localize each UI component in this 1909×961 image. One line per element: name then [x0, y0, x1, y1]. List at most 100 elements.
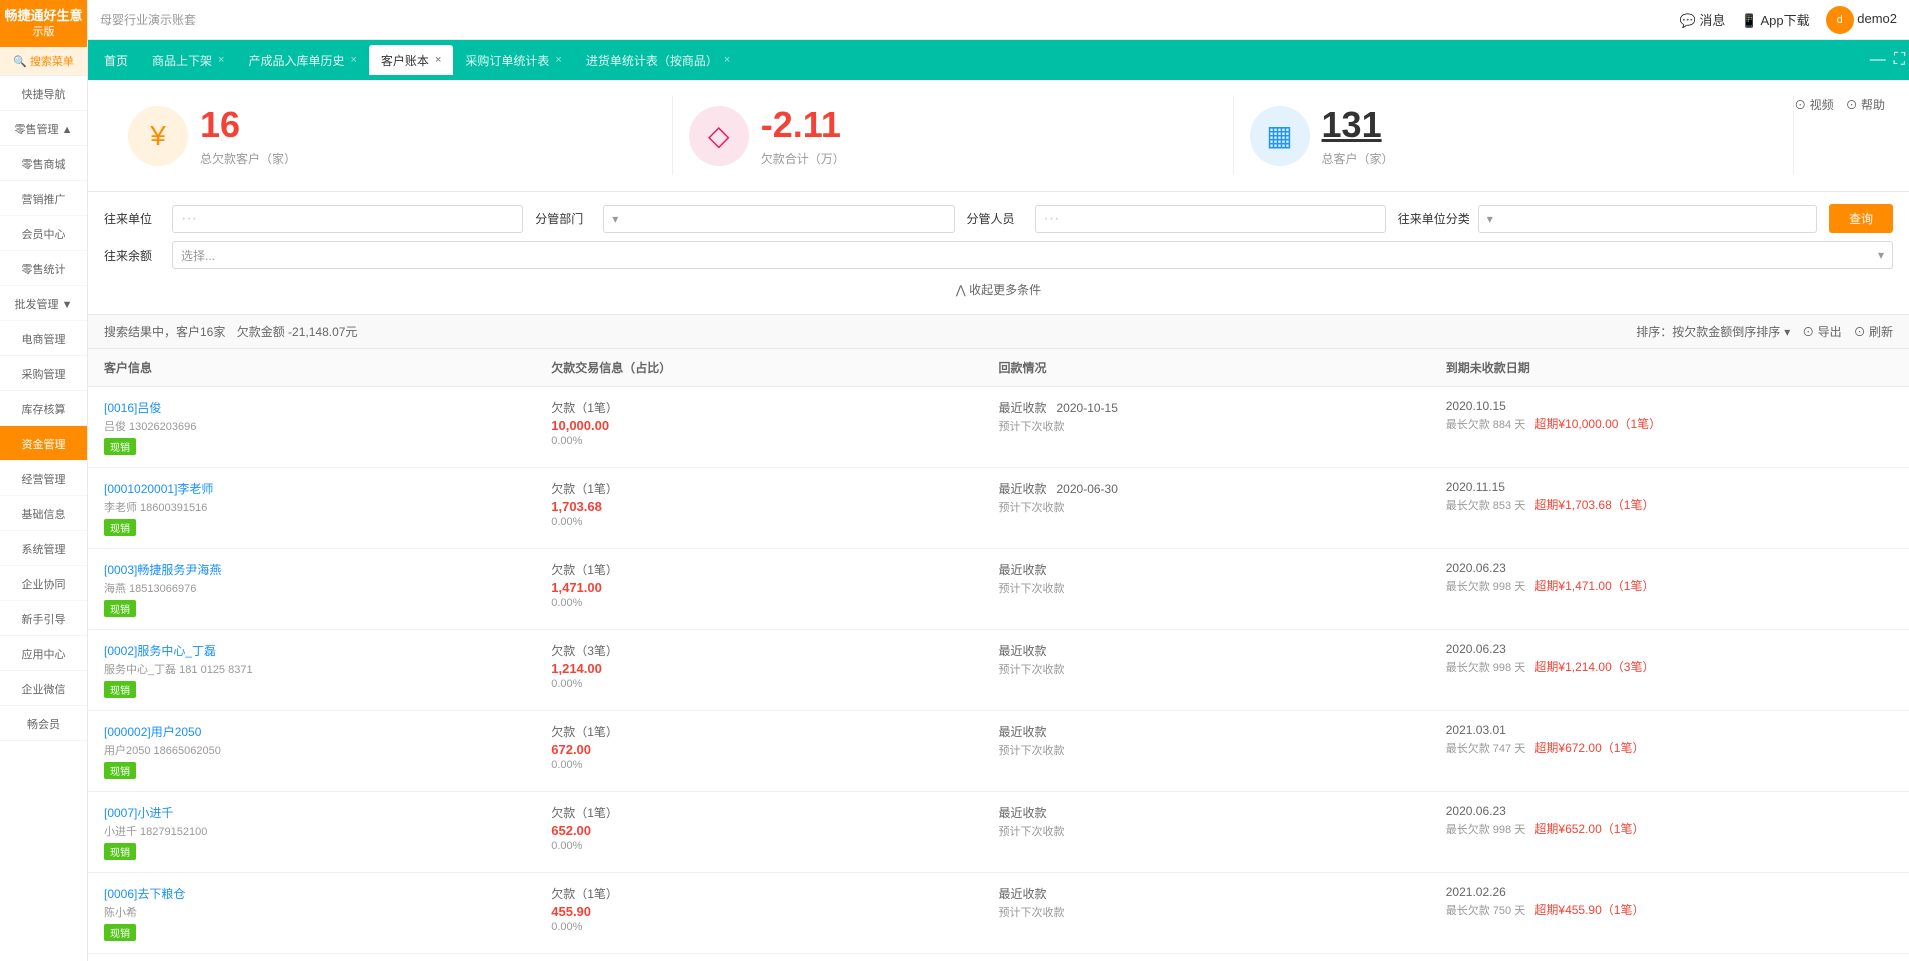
debt-amount-5[interactable]: 652.00 [551, 823, 998, 838]
sidebar-item-ecommerce[interactable]: 电商管理 [0, 321, 87, 356]
collapse-button[interactable]: ⋀ 收起更多条件 [104, 277, 1893, 302]
tab-production-history[interactable]: 产成品入库单历史 × [236, 45, 368, 75]
sidebar-item-basic-info[interactable]: 基础信息 [0, 496, 87, 531]
customer-name-4[interactable]: [000002]用户2050 [104, 725, 201, 739]
customer-name-6[interactable]: [0006]去下粮仓 [104, 887, 185, 901]
tab-minimize-button[interactable]: — [1870, 51, 1886, 69]
member-label: 会员中心 [4, 226, 83, 242]
overdue-amount-2[interactable]: 超期¥1,471.00（1笔） [1534, 579, 1654, 593]
tab-purchase-stats-close[interactable]: × [555, 54, 561, 66]
filter-category-select[interactable] [1478, 205, 1817, 233]
tab-production-history-close[interactable]: × [350, 54, 356, 66]
tab-purchase-stats[interactable]: 采购订单统计表 × [453, 45, 573, 75]
sidebar-item-quick-nav[interactable]: 快捷导航 [0, 76, 87, 111]
customer-name-3[interactable]: [0002]服务中心_丁磊 [104, 644, 216, 658]
collect-next-3: 预计下次收款 [999, 661, 1446, 677]
sort-select[interactable]: 排序：按欠款金额倒序排序 ▾ [1636, 323, 1790, 340]
sidebar-item-newbie[interactable]: 新手引导 [0, 601, 87, 636]
header-right: 💬 消息 📱 App下载 d demo2 [1680, 6, 1897, 34]
tab-maximize-button[interactable]: ⛶ [1894, 51, 1905, 69]
overdue-days-0: 最长欠款 884 天 超期¥10,000.00（1笔） [1446, 415, 1893, 432]
debt-count-2: 欠款（1笔） [551, 561, 998, 578]
customer-phone-0: 吕俊 13026203696 [104, 418, 551, 434]
help-button[interactable]: ⊙ 帮助 [1846, 96, 1885, 113]
debt-total-label: 欠款合计（万） [761, 150, 845, 167]
customer-name-5[interactable]: [0007]小进千 [104, 806, 173, 820]
cell-collect-5: 最近收款 预计下次收款 [999, 804, 1446, 839]
search-button[interactable]: 查询 [1829, 204, 1893, 233]
table-row: [000002]用户2050 用户2050 18665062050 现销 欠款（… [88, 711, 1909, 792]
filter-partner-input[interactable]: ··· [172, 205, 523, 233]
cell-collect-4: 最近收款 预计下次收款 [999, 723, 1446, 758]
overdue-amount-3[interactable]: 超期¥1,214.00（3笔） [1534, 660, 1654, 674]
sidebar-item-purchase[interactable]: 采购管理 [0, 356, 87, 391]
sidebar-item-app-center[interactable]: 应用中心 [0, 636, 87, 671]
message-button[interactable]: 💬 消息 [1680, 10, 1726, 29]
purchase-label: 采购管理 [4, 366, 83, 382]
filter-group-balance: 往来余额 选择... [104, 241, 1893, 269]
debt-amount-3[interactable]: 1,214.00 [551, 661, 998, 676]
export-button[interactable]: ⊙ 导出 [1802, 323, 1841, 340]
tab-product-listing-close[interactable]: × [218, 54, 224, 66]
tab-bar-actions: — ⛶ [1870, 51, 1905, 69]
debt-ratio-0: 0.00% [551, 435, 998, 447]
customer-name-2[interactable]: [0003]畅捷服务尹海燕 [104, 563, 221, 577]
debt-amount-1[interactable]: 1,703.68 [551, 499, 998, 514]
table-body: [0016]吕俊 吕俊 13026203696 现销 欠款（1笔） 10,000… [88, 387, 1909, 961]
debt-amount-6[interactable]: 455.90 [551, 904, 998, 919]
sidebar-item-retail-stats[interactable]: 零售统计 [0, 251, 87, 286]
customer-tag-3: 现销 [104, 681, 136, 698]
collab-label: 企业协同 [4, 576, 83, 592]
sidebar-item-system[interactable]: 系统管理 [0, 531, 87, 566]
header-brand: 母婴行业演示账套 [100, 11, 196, 28]
tab-customer-ledger[interactable]: 客户账本 × [369, 45, 453, 75]
sidebar-item-collab[interactable]: 企业协同 [0, 566, 87, 601]
sidebar-item-marketing[interactable]: 营销推广 [0, 181, 87, 216]
table-row: [0007]小进千 小进千 18279152100 现销 欠款（1笔） 652.… [88, 792, 1909, 873]
refresh-button[interactable]: ⊙ 刷新 [1854, 323, 1893, 340]
filter-group-category: 往来单位分类 [1398, 205, 1817, 233]
sidebar-item-inventory[interactable]: 库存核算 [0, 391, 87, 426]
overdue-amount-6[interactable]: 超期¥455.90（1笔） [1534, 903, 1644, 917]
tab-goods-stats-close[interactable]: × [724, 54, 730, 66]
overdue-amount-5[interactable]: 超期¥652.00（1笔） [1534, 822, 1644, 836]
collapse-label: 收起更多条件 [969, 283, 1041, 297]
app-download-button[interactable]: 📱 App下载 [1741, 10, 1809, 29]
filter-partner-dots: ··· [181, 210, 197, 228]
top-header: 母婴行业演示账套 💬 消息 📱 App下载 d demo2 [88, 0, 1909, 40]
result-summary: 搜索结果中，客户16家 欠款金额 -21,148.07元 [104, 323, 357, 340]
debt-amount-4[interactable]: 672.00 [551, 742, 998, 757]
cell-debt-6: 欠款（1笔） 455.90 0.00% [551, 885, 998, 933]
customer-name-1[interactable]: [0001020001]李老师 [104, 482, 213, 496]
stat-card-total-customers: ▦ 131 总客户（家） [1234, 96, 1795, 175]
customer-name-0[interactable]: [0016]吕俊 [104, 401, 161, 415]
overdue-amount-4[interactable]: 超期¥672.00（1笔） [1534, 741, 1644, 755]
cell-customer-2: [0003]畅捷服务尹海燕 海燕 18513066976 现销 [104, 561, 551, 617]
sidebar-item-member2[interactable]: 畅会员 [0, 706, 87, 741]
sidebar-item-wechat[interactable]: 企业微信 [0, 671, 87, 706]
debt-amount-0[interactable]: 10,000.00 [551, 418, 998, 433]
overdue-amount-1[interactable]: 超期¥1,703.68（1笔） [1534, 498, 1654, 512]
tab-home[interactable]: 首页 [92, 45, 140, 75]
avatar[interactable]: d demo2 [1826, 6, 1897, 34]
overdue-amount-0[interactable]: 超期¥10,000.00（1笔） [1534, 417, 1661, 431]
sidebar-item-wholesale[interactable]: 批发管理 ▼ [0, 286, 87, 321]
tab-customer-ledger-close[interactable]: × [435, 54, 441, 66]
filter-balance-select[interactable]: 选择... [172, 241, 1893, 269]
sidebar-item-finance[interactable]: 资金管理 [0, 426, 87, 461]
sidebar-item-retail-mgmt[interactable]: 零售管理 ▲ [0, 111, 87, 146]
sidebar-item-operations[interactable]: 经营管理 [0, 461, 87, 496]
video-help-button[interactable]: ⊙ 视频 [1794, 96, 1833, 113]
filter-person-input[interactable]: ··· [1035, 205, 1386, 233]
collect-label-5: 最近收款 [999, 804, 1446, 821]
system-label: 系统管理 [4, 541, 83, 557]
tab-goods-stats[interactable]: 进货单统计表（按商品） × [574, 45, 742, 75]
debt-amount-2[interactable]: 1,471.00 [551, 580, 998, 595]
marketing-label: 营销推广 [4, 191, 83, 207]
sidebar-item-member[interactable]: 会员中心 [0, 216, 87, 251]
sidebar-item-retail-mall[interactable]: 零售商城 [0, 146, 87, 181]
cell-customer-4: [000002]用户2050 用户2050 18665062050 现销 [104, 723, 551, 779]
search-menu-button[interactable]: 🔍 搜索菜单 [0, 47, 87, 76]
tab-product-listing[interactable]: 商品上下架 × [140, 45, 236, 75]
filter-dept-select[interactable] [603, 205, 954, 233]
